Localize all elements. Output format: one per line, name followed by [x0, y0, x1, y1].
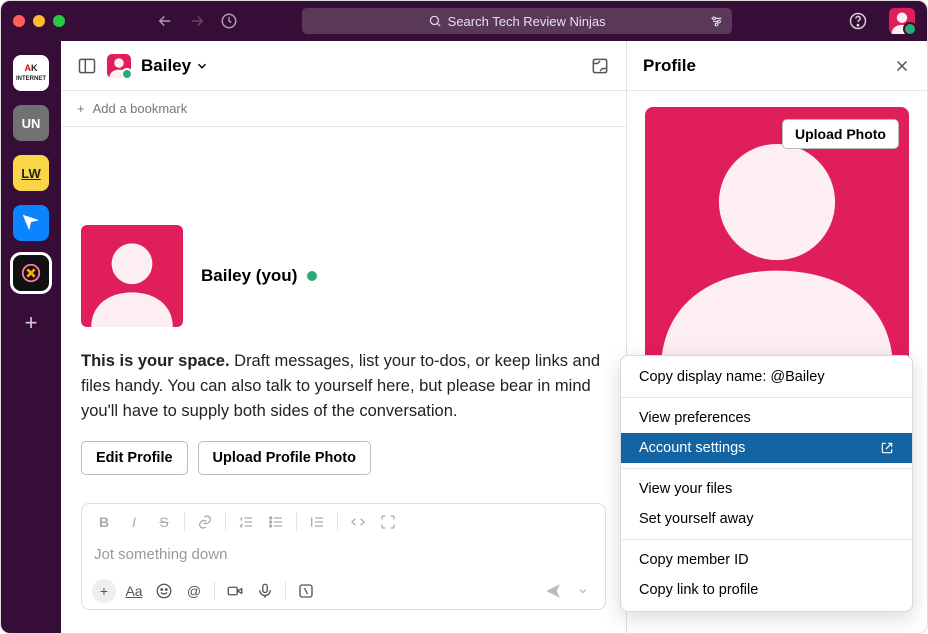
separator	[285, 582, 286, 600]
separator	[214, 582, 215, 600]
emoji-button[interactable]	[150, 579, 178, 603]
close-window-button[interactable]	[13, 15, 25, 27]
headphones-icon[interactable]	[590, 56, 610, 76]
link-button[interactable]	[191, 510, 219, 534]
ordered-list-button[interactable]	[232, 510, 260, 534]
workspace-item[interactable]: AKINTERNET	[13, 55, 49, 91]
blockquote-button[interactable]	[303, 510, 331, 534]
app-window: Search Tech Review Ninjas AKINTERNET UN …	[0, 0, 928, 634]
message-pane: Bailey (you) This is your space. Draft m…	[61, 127, 626, 633]
workspace-item[interactable]: LW	[13, 155, 49, 191]
search-icon	[428, 14, 442, 28]
mic-button[interactable]	[251, 579, 279, 603]
self-avatar	[81, 225, 183, 327]
workspace-item-active[interactable]	[13, 255, 49, 291]
send-options-button[interactable]	[569, 579, 597, 603]
menu-copy-profile-link[interactable]: Copy link to profile	[621, 575, 912, 605]
minimize-window-button[interactable]	[33, 15, 45, 27]
edit-profile-button[interactable]: Edit Profile	[81, 441, 188, 475]
workspace-rail: AKINTERNET UN LW +	[1, 41, 61, 633]
menu-set-away[interactable]: Set yourself away	[621, 504, 912, 534]
plus-icon: +	[77, 101, 85, 116]
profile-panel-header: Profile	[627, 41, 927, 91]
sidebar-toggle-icon[interactable]	[77, 56, 97, 76]
bold-button[interactable]: B	[90, 510, 118, 534]
composer-input[interactable]: Jot something down	[82, 540, 605, 573]
menu-separator	[621, 397, 912, 398]
menu-view-preferences[interactable]: View preferences	[621, 403, 912, 433]
channel-header: Bailey	[61, 41, 626, 91]
bookmark-hint-label: Add a bookmark	[93, 101, 188, 116]
italic-button[interactable]: I	[120, 510, 148, 534]
mention-button[interactable]: @	[180, 579, 208, 603]
self-profile-row: Bailey (you)	[81, 225, 606, 327]
search-placeholder: Search Tech Review Ninjas	[448, 14, 606, 29]
back-button[interactable]	[153, 9, 177, 33]
upload-profile-photo-button[interactable]: Upload Profile Photo	[198, 441, 371, 475]
composer-actions: + Aa @	[82, 573, 605, 609]
add-bookmark-button[interactable]: + Add a bookmark	[61, 91, 626, 127]
self-space-text: This is your space. Draft messages, list…	[81, 349, 606, 423]
codeblock-button[interactable]	[374, 510, 402, 534]
workspace-item[interactable]	[13, 205, 49, 241]
profile-context-menu: Copy display name: @Bailey View preferen…	[620, 355, 913, 612]
titlebar: Search Tech Review Ninjas	[1, 1, 927, 41]
self-name-row: Bailey (you)	[201, 266, 317, 286]
attach-button[interactable]: +	[90, 579, 118, 603]
bullet-list-button[interactable]	[262, 510, 290, 534]
separator	[337, 513, 338, 531]
history-button[interactable]	[217, 9, 241, 33]
menu-copy-member-id[interactable]: Copy member ID	[621, 545, 912, 575]
send-button[interactable]	[539, 579, 567, 603]
menu-view-files[interactable]: View your files	[621, 474, 912, 504]
strike-button[interactable]: S	[150, 510, 178, 534]
profile-panel-title: Profile	[643, 56, 696, 76]
workspace-item[interactable]: UN	[13, 105, 49, 141]
maximize-window-button[interactable]	[53, 15, 65, 27]
close-panel-button[interactable]	[893, 57, 911, 75]
presence-indicator-icon	[307, 271, 317, 281]
menu-separator	[621, 539, 912, 540]
self-space-heading: This is your space.	[81, 352, 230, 370]
channel-name-button[interactable]: Bailey	[141, 56, 209, 76]
search-input[interactable]: Search Tech Review Ninjas	[302, 8, 732, 34]
filter-icon[interactable]	[709, 14, 724, 29]
channel-avatar	[107, 54, 131, 78]
video-button[interactable]	[221, 579, 249, 603]
chevron-down-icon	[195, 59, 209, 73]
center-pane: Bailey + Add a bookmark	[61, 41, 627, 633]
menu-copy-display-name[interactable]: Copy display name: @Bailey	[621, 362, 912, 392]
window-controls	[13, 15, 65, 27]
menu-separator	[621, 468, 912, 469]
format-toolbar: B I S	[82, 504, 605, 540]
code-button[interactable]	[344, 510, 372, 534]
forward-button[interactable]	[185, 9, 209, 33]
external-link-icon	[880, 441, 894, 455]
help-button[interactable]	[845, 8, 871, 34]
format-toggle-button[interactable]: Aa	[120, 579, 148, 603]
channel-name-label: Bailey	[141, 56, 191, 76]
add-workspace-button[interactable]: +	[13, 305, 49, 341]
shortcut-button[interactable]	[292, 579, 320, 603]
menu-account-settings[interactable]: Account settings	[621, 433, 912, 463]
separator	[184, 513, 185, 531]
self-name-label: Bailey (you)	[201, 266, 297, 286]
separator	[225, 513, 226, 531]
separator	[296, 513, 297, 531]
profile-actions: Edit Profile Upload Profile Photo	[81, 441, 606, 475]
upload-photo-button[interactable]: Upload Photo	[782, 119, 899, 149]
message-composer: B I S	[81, 503, 606, 610]
user-avatar-button[interactable]	[889, 8, 915, 34]
